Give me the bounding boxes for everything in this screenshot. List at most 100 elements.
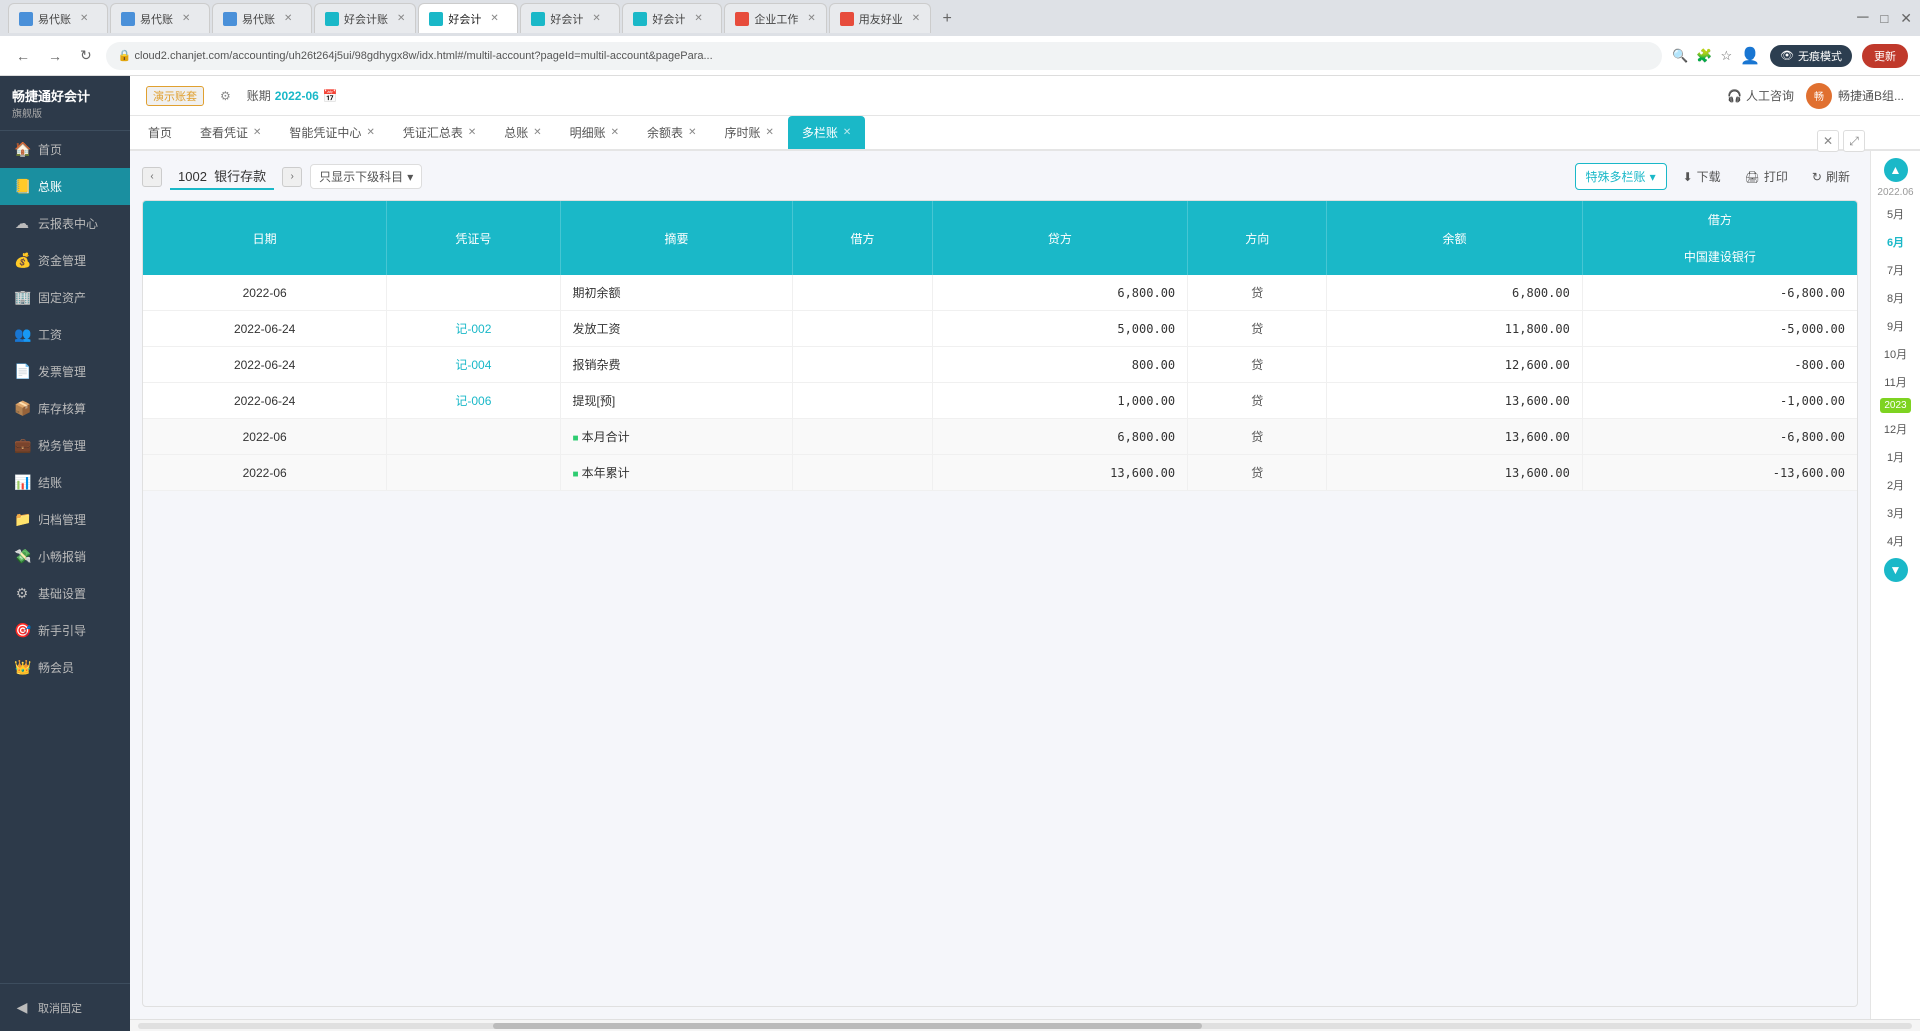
tab-close-icon[interactable]: ✕ (912, 13, 920, 24)
cell-voucher[interactable]: 记-002 (387, 311, 560, 347)
sidebar-item-6[interactable]: 📄 发票管理 (0, 353, 130, 390)
sidebar-item-0[interactable]: 🏠 首页 (0, 131, 130, 168)
filter-select[interactable]: 只显示下级科目 ▾ (310, 164, 422, 189)
browser-tab-t5[interactable]: 好会计 ✕ (418, 3, 518, 33)
browser-tab-t4[interactable]: 好会计账 ✕ (314, 3, 416, 33)
profile-icon[interactable]: 👤 (1740, 46, 1760, 66)
settings-icon[interactable]: ⚙ (220, 89, 231, 103)
page-tab-4[interactable]: 总账✕ (490, 116, 555, 151)
cal-scroll-down[interactable]: ▼ (1884, 558, 1908, 582)
tab-close-icon[interactable]: ✕ (182, 13, 190, 24)
sidebar-item-4[interactable]: 🏢 固定资产 (0, 279, 130, 316)
new-tab-btn[interactable]: + (933, 5, 961, 33)
close-btn[interactable]: ✕ (1900, 10, 1912, 27)
cal-month-2[interactable]: 7月 (1871, 256, 1920, 284)
cal-month-6[interactable]: 11月 (1871, 368, 1920, 396)
unpin-btn[interactable]: ◀ 取消固定 (0, 992, 130, 1023)
sidebar-item-2[interactable]: ☁ 云报表中心 (0, 205, 130, 242)
tab-close-icon[interactable]: ✕ (694, 13, 702, 24)
voucher-link[interactable]: 记-002 (455, 322, 491, 336)
browser-tab-t8[interactable]: 企业工作 ✕ (724, 3, 826, 33)
page-tab-close-8[interactable]: ✕ (843, 127, 851, 138)
download-btn[interactable]: ⬇ 下载 (1675, 164, 1729, 189)
search-icon[interactable]: 🔍 (1672, 48, 1688, 64)
sidebar-item-1[interactable]: 📒 总账 (0, 168, 130, 205)
browser-tab-t2[interactable]: 易代账 ✕ (110, 3, 210, 33)
browser-tab-t7[interactable]: 好会计 ✕ (622, 3, 722, 33)
cal-month-3[interactable]: 8月 (1871, 284, 1920, 312)
page-tab-1[interactable]: 查看凭证✕ (186, 116, 275, 151)
sidebar-item-10[interactable]: 📁 归档管理 (0, 501, 130, 538)
sidebar-item-7[interactable]: 📦 库存核算 (0, 390, 130, 427)
sidebar-item-8[interactable]: 💼 税务管理 (0, 427, 130, 464)
cal-scroll-up[interactable]: ▲ (1884, 158, 1908, 182)
tab-close-icon[interactable]: ✕ (397, 13, 405, 24)
cal-month-9[interactable]: 2月 (1871, 471, 1920, 499)
consult-btn[interactable]: 🎧 人工咨询 (1727, 87, 1794, 104)
page-tab-7[interactable]: 序时账✕ (710, 116, 787, 151)
no-trace-btn[interactable]: 👁 无痕模式 (1770, 45, 1852, 67)
tab-close-icon[interactable]: ✕ (592, 13, 600, 24)
page-tab-close-1[interactable]: ✕ (253, 127, 261, 138)
maximize-btn[interactable]: □ (1880, 11, 1888, 26)
url-box[interactable]: 🔒 cloud2.chanjet.com/accounting/uh26t264… (106, 42, 1662, 70)
back-btn[interactable]: ← (12, 44, 34, 68)
page-tab-5[interactable]: 明细账✕ (556, 116, 633, 151)
nav-label-4: 固定资产 (38, 289, 86, 306)
voucher-link[interactable]: 记-006 (455, 394, 491, 408)
page-tab-close-5[interactable]: ✕ (611, 127, 619, 138)
cal-month-0[interactable]: 5月 (1871, 200, 1920, 228)
browser-tab-t9[interactable]: 用友好业 ✕ (829, 3, 931, 33)
page-tab-close-7[interactable]: ✕ (765, 127, 773, 138)
cal-month-10[interactable]: 3月 (1871, 499, 1920, 527)
refresh-btn[interactable]: ↻ 刷新 (1804, 164, 1858, 189)
page-tab-close-3[interactable]: ✕ (468, 127, 476, 138)
page-tab-0[interactable]: 首页 (134, 116, 186, 151)
sidebar-item-13[interactable]: 🎯 新手引导 (0, 612, 130, 649)
voucher-link[interactable]: 记-004 (455, 358, 491, 372)
close-panel-btn[interactable]: ✕ (1817, 130, 1839, 152)
cal-month-4[interactable]: 9月 (1871, 312, 1920, 340)
sub-header: ‹ 1002 银行存款 › 只显示下级科目 ▾ 特殊多栏账 (142, 163, 1858, 190)
sidebar-item-11[interactable]: 💸 小畅报销 (0, 538, 130, 575)
page-tab-8[interactable]: 多栏账✕ (788, 116, 865, 151)
special-multi-btn[interactable]: 特殊多栏账 ▾ (1575, 163, 1667, 190)
cell-voucher[interactable]: 记-004 (387, 347, 560, 383)
page-tab-2[interactable]: 智能凭证中心✕ (275, 116, 388, 151)
browser-tab-t6[interactable]: 好会计 ✕ (520, 3, 620, 33)
tab-close-icon[interactable]: ✕ (490, 13, 498, 24)
reload-btn[interactable]: ↻ (76, 43, 96, 68)
bookmark-icon[interactable]: ☆ (1720, 48, 1732, 64)
prev-account-btn[interactable]: ‹ (142, 167, 162, 187)
cal-month-8[interactable]: 1月 (1871, 443, 1920, 471)
print-btn[interactable]: 🖨 打印 (1737, 164, 1796, 189)
minimize-btn[interactable]: ─ (1857, 9, 1868, 27)
cal-month-7[interactable]: 12月 (1871, 415, 1920, 443)
next-account-btn[interactable]: › (282, 167, 302, 187)
tab-close-icon[interactable]: ✕ (284, 13, 292, 24)
page-tab-3[interactable]: 凭证汇总表✕ (389, 116, 490, 151)
calendar-icon[interactable]: 📅 (323, 89, 338, 103)
page-tab-close-2[interactable]: ✕ (366, 127, 374, 138)
browser-tab-t1[interactable]: 易代账 ✕ (8, 3, 108, 33)
sidebar-item-3[interactable]: 💰 资金管理 (0, 242, 130, 279)
tab-close-icon[interactable]: ✕ (807, 13, 815, 24)
page-tab-close-4[interactable]: ✕ (533, 127, 541, 138)
page-tab-6[interactable]: 余额表✕ (633, 116, 710, 151)
cal-month-5[interactable]: 10月 (1871, 340, 1920, 368)
page-tab-close-6[interactable]: ✕ (688, 127, 696, 138)
sidebar-item-5[interactable]: 👥 工资 (0, 316, 130, 353)
update-btn[interactable]: 更新 (1862, 44, 1908, 68)
sidebar-item-9[interactable]: 📊 结账 (0, 464, 130, 501)
expand-panel-btn[interactable]: ⤢ (1843, 130, 1865, 152)
cal-month-1[interactable]: 6月 (1871, 228, 1920, 256)
cell-credit: 1,000.00 (932, 383, 1188, 419)
sidebar-item-12[interactable]: ⚙ 基础设置 (0, 575, 130, 612)
forward-btn[interactable]: → (44, 44, 66, 68)
ext-icon[interactable]: 🧩 (1696, 48, 1712, 64)
sidebar-item-14[interactable]: 👑 畅会员 (0, 649, 130, 686)
cell-voucher[interactable]: 记-006 (387, 383, 560, 419)
browser-tab-t3[interactable]: 易代账 ✕ (212, 3, 312, 33)
tab-close-icon[interactable]: ✕ (80, 13, 88, 24)
cal-month-11[interactable]: 4月 (1871, 527, 1920, 555)
